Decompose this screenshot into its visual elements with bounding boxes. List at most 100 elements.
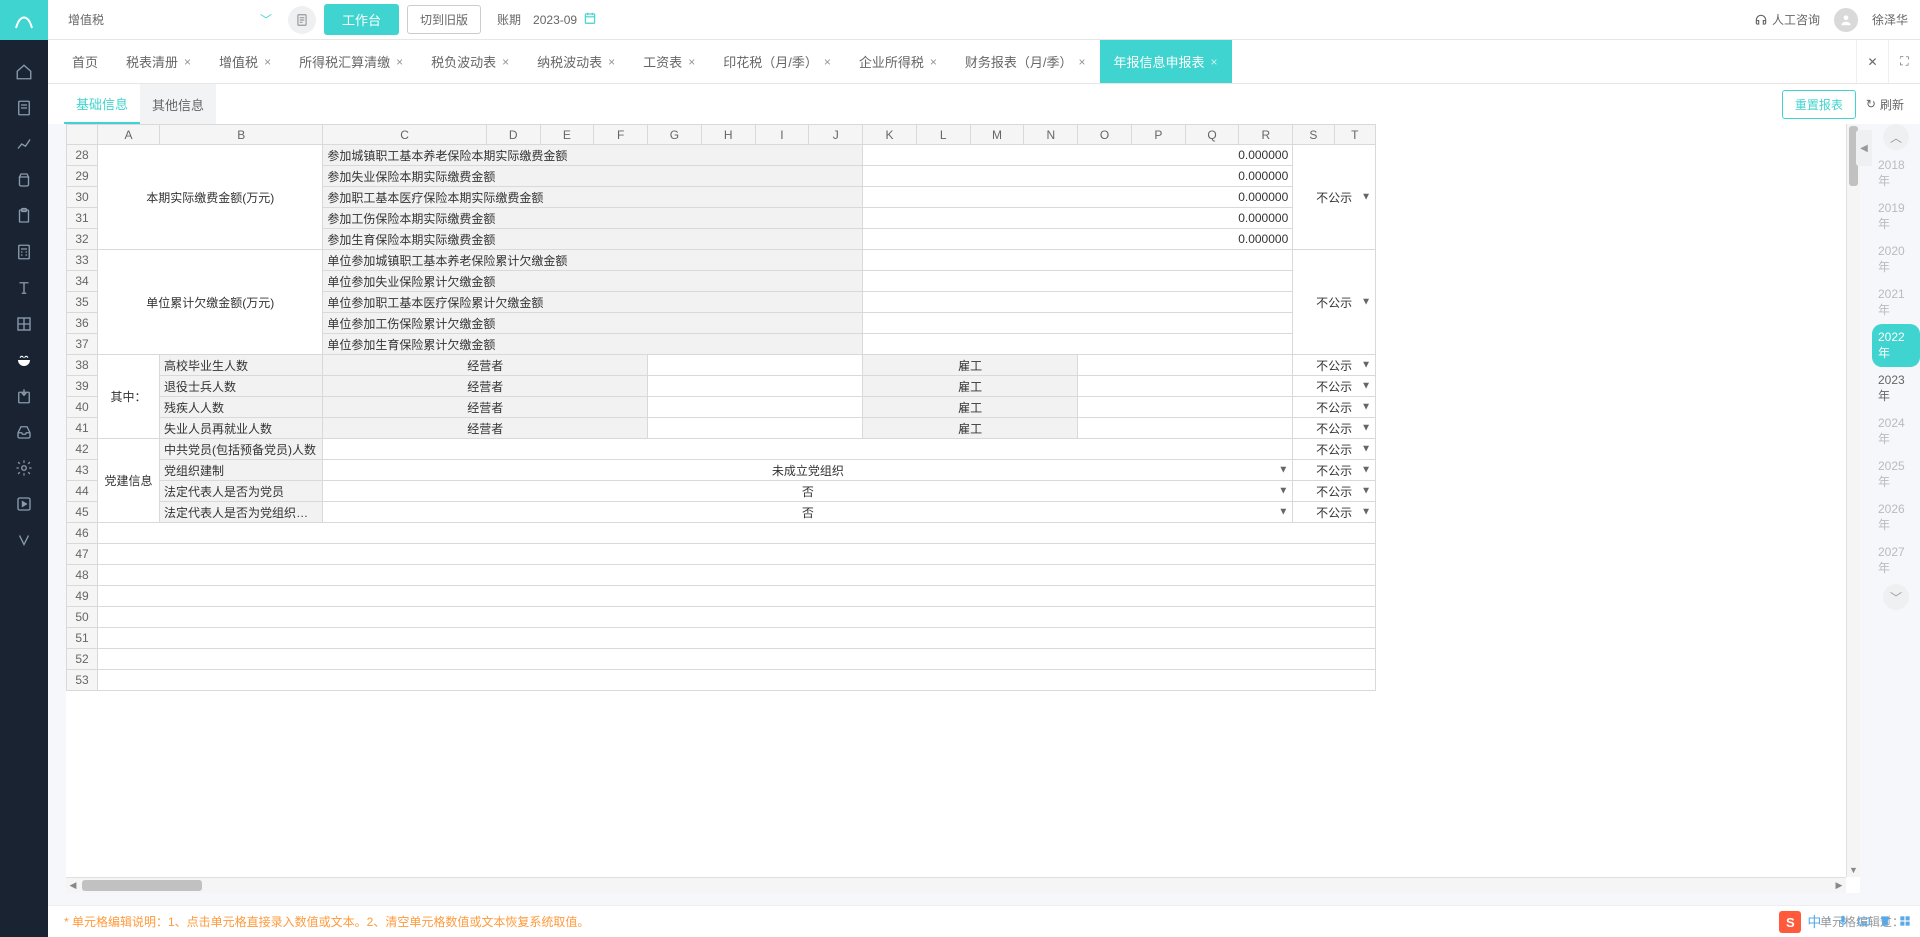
field-label[interactable]: 失业人员再就业人数: [160, 418, 323, 439]
field-label[interactable]: 党组织建制: [160, 460, 323, 481]
spreadsheet-grid[interactable]: ABCDEFGHIJKLMNOPQRST 28本期实际缴费金额(万元)参加城镇职…: [66, 124, 1376, 691]
employee-label[interactable]: 雇工: [863, 355, 1078, 376]
col-header[interactable]: C: [323, 125, 486, 145]
field-label[interactable]: 法定代表人是否为党组织书记: [160, 502, 323, 523]
publish-select[interactable]: 不公示▼: [1293, 250, 1376, 355]
field-value[interactable]: 0.000000: [863, 166, 1293, 187]
col-header[interactable]: L: [916, 125, 970, 145]
operator-value[interactable]: [648, 376, 863, 397]
field-label[interactable]: 单位参加生育保险累计欠缴金额: [323, 334, 863, 355]
scroll-left-icon[interactable]: ◀: [66, 878, 80, 893]
employee-value[interactable]: [1078, 418, 1293, 439]
tab-expand-icon[interactable]: ⛶: [1888, 40, 1920, 83]
field-value[interactable]: 否▼: [323, 481, 1293, 502]
subtab-basic[interactable]: 基础信息: [64, 84, 140, 124]
field-value[interactable]: 否▼: [323, 502, 1293, 523]
row-header[interactable]: 49: [67, 586, 98, 607]
tab-3[interactable]: 所得税汇算清缴×: [285, 40, 417, 83]
row-header[interactable]: 42: [67, 439, 98, 460]
tab-close-icon[interactable]: ×: [688, 55, 695, 69]
employee-value[interactable]: [1078, 376, 1293, 397]
vertical-scrollbar[interactable]: ▲ ▼: [1846, 124, 1860, 877]
publish-select[interactable]: 不公示▼: [1293, 481, 1376, 502]
operator-label[interactable]: 经营者: [323, 376, 648, 397]
row-header[interactable]: 44: [67, 481, 98, 502]
nav-play-icon[interactable]: [0, 486, 48, 522]
col-header[interactable]: G: [648, 125, 702, 145]
group-label[interactable]: 其中：: [98, 355, 160, 439]
col-header[interactable]: K: [863, 125, 917, 145]
field-value[interactable]: [863, 250, 1293, 271]
tab-9[interactable]: 财务报表（月/季）×: [951, 40, 1100, 83]
nav-doc-icon[interactable]: [0, 90, 48, 126]
year-down-icon[interactable]: ﹀: [1883, 584, 1909, 610]
field-label[interactable]: 参加职工基本医疗保险本期实际缴费金额: [323, 187, 863, 208]
empty-row[interactable]: [98, 586, 1376, 607]
row-header[interactable]: 31: [67, 208, 98, 229]
year-item[interactable]: 2019年: [1872, 195, 1920, 238]
field-label[interactable]: 参加工伤保险本期实际缴费金额: [323, 208, 863, 229]
employee-label[interactable]: 雇工: [863, 418, 1078, 439]
year-item[interactable]: 2022年: [1872, 324, 1920, 367]
tab-close-icon[interactable]: ×: [1079, 55, 1086, 69]
empty-row[interactable]: [98, 670, 1376, 691]
empty-row[interactable]: [98, 649, 1376, 670]
tab-close-icon[interactable]: ×: [184, 55, 191, 69]
scroll-down-icon[interactable]: ▼: [1847, 863, 1860, 877]
tax-type-select[interactable]: 增值税 ﹀: [60, 7, 280, 32]
row-header[interactable]: 48: [67, 565, 98, 586]
ime-keyboard-icon[interactable]: [1856, 914, 1872, 931]
row-header[interactable]: 52: [67, 649, 98, 670]
row-header[interactable]: 46: [67, 523, 98, 544]
tab-10[interactable]: 年报信息申报表×: [1100, 40, 1232, 83]
col-header[interactable]: A: [98, 125, 160, 145]
group-label[interactable]: 党建信息: [98, 439, 160, 523]
col-header[interactable]: Q: [1185, 125, 1239, 145]
row-header[interactable]: 50: [67, 607, 98, 628]
workspace-button[interactable]: 工作台: [324, 4, 399, 35]
tab-8[interactable]: 企业所得税×: [845, 40, 951, 83]
operator-value[interactable]: [648, 355, 863, 376]
row-header[interactable]: 45: [67, 502, 98, 523]
nav-text-icon[interactable]: [0, 270, 48, 306]
col-header[interactable]: N: [1024, 125, 1078, 145]
ime-zh-icon[interactable]: 中: [1807, 912, 1821, 932]
field-label[interactable]: 中共党员(包括预备党员)人数: [160, 439, 323, 460]
nav-clipboard-icon[interactable]: [0, 198, 48, 234]
subtab-other[interactable]: 其他信息: [140, 84, 216, 124]
tab-close-icon[interactable]: ×: [930, 55, 937, 69]
col-header[interactable]: S: [1293, 125, 1334, 145]
field-value[interactable]: [863, 271, 1293, 292]
col-header[interactable]: B: [160, 125, 323, 145]
row-header[interactable]: 38: [67, 355, 98, 376]
group-label[interactable]: 单位累计欠缴金额(万元): [98, 250, 323, 355]
tab-close-icon[interactable]: ×: [1211, 55, 1218, 69]
col-header[interactable]: P: [1131, 125, 1185, 145]
year-collapse-icon[interactable]: ◀: [1856, 130, 1872, 166]
col-header[interactable]: E: [540, 125, 594, 145]
employee-value[interactable]: [1078, 397, 1293, 418]
col-header[interactable]: O: [1078, 125, 1132, 145]
row-header[interactable]: 51: [67, 628, 98, 649]
row-header[interactable]: 34: [67, 271, 98, 292]
grid-corner[interactable]: [67, 125, 98, 145]
user-name[interactable]: 徐泽华: [1872, 11, 1908, 28]
row-header[interactable]: 29: [67, 166, 98, 187]
row-header[interactable]: 47: [67, 544, 98, 565]
field-label[interactable]: 单位参加职工基本医疗保险累计欠缴金额: [323, 292, 863, 313]
empty-row[interactable]: [98, 565, 1376, 586]
row-header[interactable]: 39: [67, 376, 98, 397]
reset-report-button[interactable]: 重置报表: [1782, 90, 1856, 119]
ime-punct-icon[interactable]: ': [1827, 914, 1830, 930]
operator-label[interactable]: 经营者: [323, 418, 648, 439]
col-header[interactable]: I: [755, 125, 809, 145]
operator-value[interactable]: [648, 397, 863, 418]
col-header[interactable]: R: [1239, 125, 1293, 145]
row-header[interactable]: 35: [67, 292, 98, 313]
row-header[interactable]: 28: [67, 145, 98, 166]
calendar-icon[interactable]: [583, 11, 597, 28]
nav-v-icon[interactable]: [0, 522, 48, 558]
col-header[interactable]: M: [970, 125, 1024, 145]
old-version-button[interactable]: 切到旧版: [407, 5, 481, 34]
field-value[interactable]: 0.000000: [863, 145, 1293, 166]
